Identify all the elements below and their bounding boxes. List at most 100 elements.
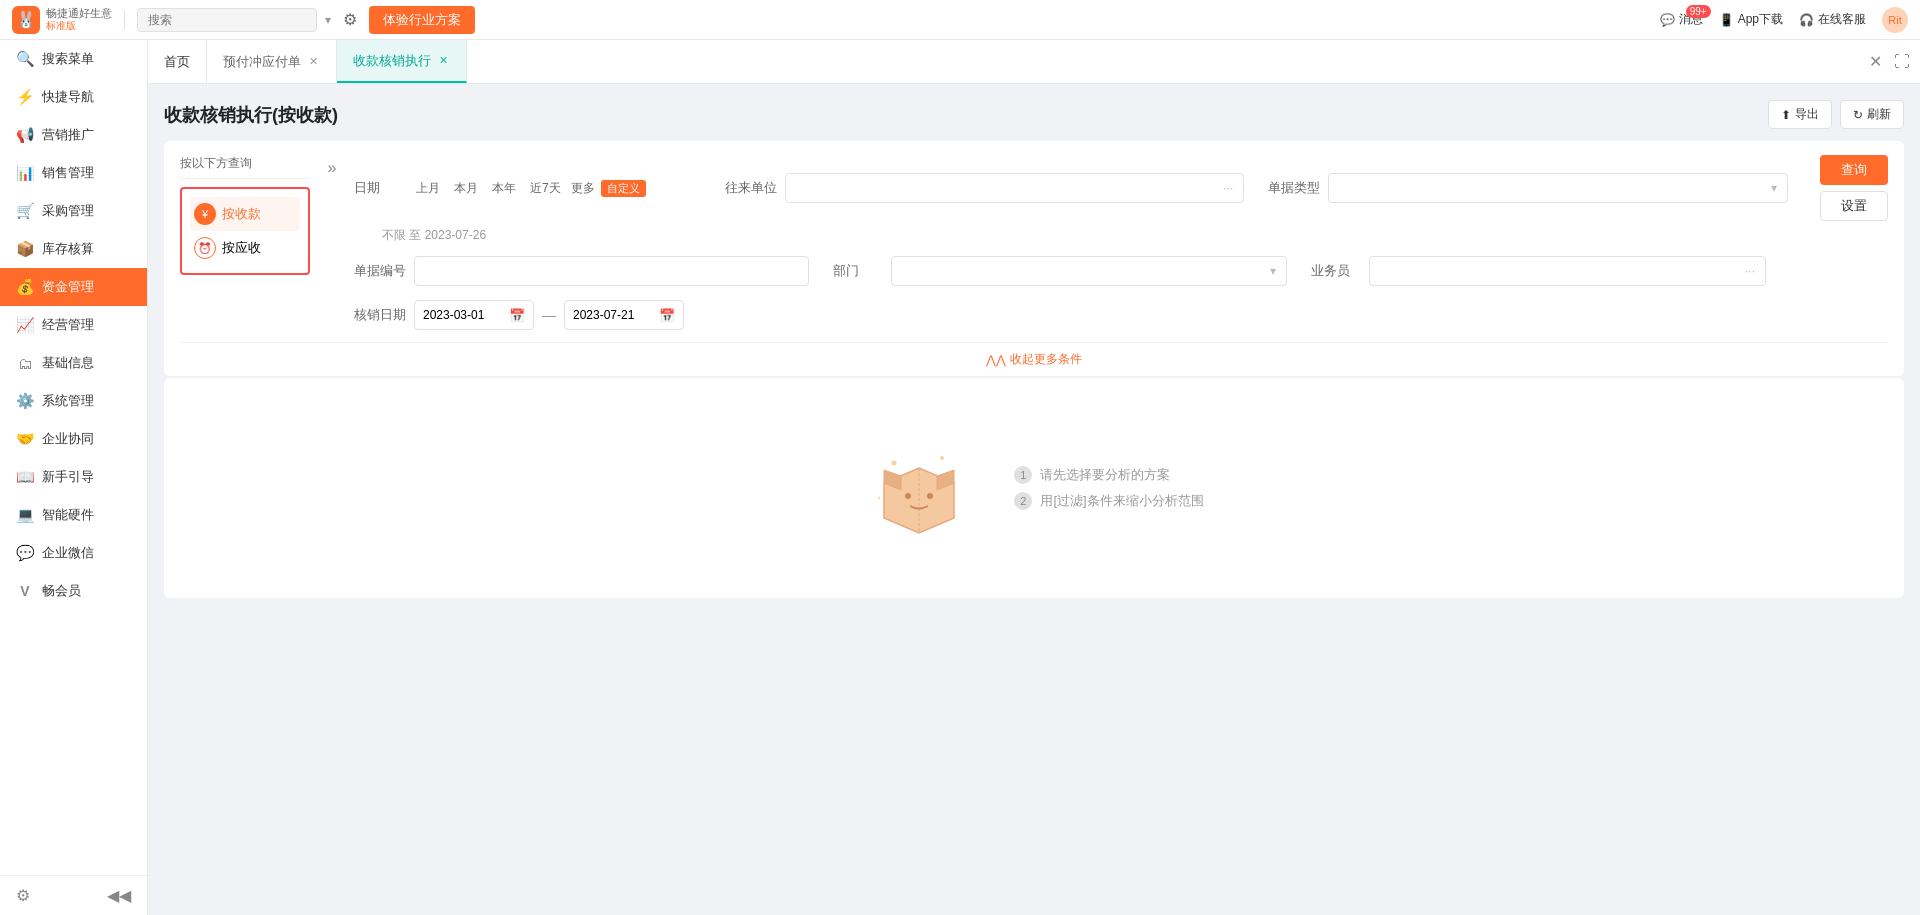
counterparty-field: 往来单位 ··· — [725, 173, 1245, 203]
query-button[interactable]: 查询 — [1820, 155, 1888, 185]
page-actions: ⬆ 导出 ↻ 刷新 — [1768, 100, 1904, 129]
logo-icon: 🐰 — [12, 6, 40, 34]
export-button[interactable]: ⬆ 导出 — [1768, 100, 1832, 129]
filter-row-3: 核销日期 2023-03-01 📅 — 2023-07-21 📅 — [354, 300, 1888, 330]
close-all-tabs-button[interactable]: ✕ — [1867, 50, 1884, 73]
search-input[interactable] — [137, 8, 317, 32]
topbar: 🐰 畅捷通好生意 标准版 ▾ ⚙ 体验行业方案 💬 消息 99+ 📱 App下载… — [0, 0, 1920, 40]
tab-home[interactable]: 首页 — [148, 40, 207, 83]
sidebar-item-finance[interactable]: 💰 资金管理 — [0, 268, 147, 306]
sidebar-item-enterprise[interactable]: 🤝 企业协同 — [0, 420, 147, 458]
verify-date-from-input[interactable]: 2023-03-01 📅 — [414, 300, 534, 330]
staff-input[interactable]: ··· — [1369, 256, 1766, 286]
tabs-bar: 首页 预付冲应付单 ✕ 收款核销执行 ✕ ✕ ⛶ — [148, 40, 1920, 84]
refresh-icon: ↻ — [1853, 108, 1863, 122]
sidebar-settings-icon[interactable]: ⚙ — [16, 886, 30, 905]
hint-num-2: 2 — [1014, 492, 1032, 510]
settings-button[interactable]: 设置 — [1820, 191, 1888, 221]
sidebar-item-management[interactable]: 📈 经营管理 — [0, 306, 147, 344]
date-custom-badge[interactable]: 自定义 — [601, 180, 646, 197]
finance-icon: 💰 — [16, 278, 34, 296]
sidebar-label-vip: 畅会员 — [42, 582, 81, 600]
sidebar-label-system: 系统管理 — [42, 392, 94, 410]
doc-type-select[interactable]: ▾ — [1328, 173, 1788, 203]
dept-select[interactable]: ▾ — [891, 256, 1288, 286]
doc-type-field: 单据类型 ▾ — [1268, 173, 1788, 203]
calendar-to-icon[interactable]: 📅 — [659, 308, 675, 323]
sidebar-label-wechat: 企业微信 — [42, 544, 94, 562]
sidebar-item-purchase[interactable]: 🛒 采购管理 — [0, 192, 147, 230]
svg-point-9 — [878, 497, 881, 500]
staff-field: 业务员 ··· — [1311, 256, 1766, 286]
svg-point-4 — [905, 493, 911, 499]
sidebar-item-system[interactable]: ⚙️ 系统管理 — [0, 382, 147, 420]
filter-panel: 按以下方查询 ¥ 按收款 ⏰ 按应收 — [164, 141, 1904, 376]
filter-collapse-button[interactable]: » — [322, 155, 342, 344]
sidebar-item-search[interactable]: 🔍 搜索菜单 — [0, 40, 147, 78]
filter-option-by-receipt[interactable]: ¥ 按收款 — [190, 197, 300, 231]
tab-receivable[interactable]: 收款核销执行 ✕ — [337, 40, 467, 83]
refresh-button[interactable]: ↻ 刷新 — [1840, 100, 1904, 129]
shortcut-last-month[interactable]: 上月 — [412, 178, 444, 199]
shortcut-this-month[interactable]: 本月 — [450, 178, 482, 199]
counterparty-input[interactable]: ··· — [785, 173, 1245, 203]
doc-no-label: 单据编号 — [354, 262, 406, 280]
empty-hint-2: 2 用[过滤]条件来缩小分析范围 — [1014, 492, 1203, 510]
export-icon: ⬆ — [1781, 108, 1791, 122]
sidebar-item-guide[interactable]: 📖 新手引导 — [0, 458, 147, 496]
topbar-divider — [124, 10, 125, 30]
solution-button[interactable]: 体验行业方案 — [369, 6, 475, 34]
collapse-more-button[interactable]: ⋀⋀ 收起更多条件 — [180, 342, 1888, 376]
management-icon: 📈 — [16, 316, 34, 334]
logo: 🐰 畅捷通好生意 标准版 — [12, 6, 112, 34]
svg-point-8 — [951, 472, 954, 475]
verify-date-label: 核销日期 — [354, 306, 406, 324]
sidebar-label-basic-info: 基础信息 — [42, 354, 94, 372]
calendar-from-icon[interactable]: 📅 — [509, 308, 525, 323]
tab-prepay-close[interactable]: ✕ — [307, 54, 320, 69]
sidebar-item-sales[interactable]: 📊 销售管理 — [0, 154, 147, 192]
shortcut-this-year[interactable]: 本年 — [488, 178, 520, 199]
tab-receivable-close[interactable]: ✕ — [437, 53, 450, 68]
user-profile[interactable]: Rit — [1882, 7, 1908, 33]
sidebar-label-enterprise: 企业协同 — [42, 430, 94, 448]
sidebar-item-marketing[interactable]: 📢 营销推广 — [0, 116, 147, 154]
service-button[interactable]: 🎧 在线客服 — [1799, 11, 1866, 28]
counterparty-label: 往来单位 — [725, 179, 777, 197]
sidebar-item-vip[interactable]: V 畅会员 — [0, 572, 147, 610]
sidebar-item-basic-info[interactable]: 🗂 基础信息 — [0, 344, 147, 382]
filter-option-by-receivable[interactable]: ⏰ 按应收 — [190, 231, 300, 265]
avatar: Rit — [1882, 7, 1908, 33]
filter-options-box: ¥ 按收款 ⏰ 按应收 — [180, 187, 310, 275]
expand-tabs-button[interactable]: ⛶ — [1892, 51, 1912, 73]
purchase-icon: 🛒 — [16, 202, 34, 220]
basic-info-icon: 🗂 — [16, 355, 34, 372]
receivable-icon: ⏰ — [194, 237, 216, 259]
verify-date-to-input[interactable]: 2023-07-21 📅 — [564, 300, 684, 330]
doc-no-input[interactable] — [414, 256, 809, 286]
staff-label: 业务员 — [1311, 262, 1361, 280]
shortcut-more[interactable]: 更多 — [571, 180, 595, 197]
guide-icon: 📖 — [16, 468, 34, 486]
shortcut-7days[interactable]: 近7天 — [526, 178, 565, 199]
sidebar-label-purchase: 采购管理 — [42, 202, 94, 220]
chevron-down-icon[interactable]: ▾ — [325, 13, 331, 27]
empty-state: 1 请先选择要分析的方案 2 用[过滤]条件来缩小分析范围 — [164, 378, 1904, 598]
app-download-button[interactable]: 📱 App下载 — [1719, 11, 1783, 28]
marketing-icon: 📢 — [16, 126, 34, 144]
sidebar-item-hardware[interactable]: 💻 智能硬件 — [0, 496, 147, 534]
sidebar: 🔍 搜索菜单 ⚡ 快捷导航 📢 营销推广 📊 销售管理 🛒 采购管理 📦 库存核… — [0, 40, 148, 915]
message-button[interactable]: 💬 消息 99+ — [1660, 11, 1703, 28]
sidebar-item-quicknav[interactable]: ⚡ 快捷导航 — [0, 78, 147, 116]
sidebar-label-inventory: 库存核算 — [42, 240, 94, 258]
sidebar-item-wechat[interactable]: 💬 企业微信 — [0, 534, 147, 572]
sidebar-collapse-button[interactable]: ◀◀ — [107, 886, 131, 905]
sidebar-label-marketing: 营销推广 — [42, 126, 94, 144]
doc-type-label: 单据类型 — [1268, 179, 1320, 197]
sidebar-item-inventory[interactable]: 📦 库存核算 — [0, 230, 147, 268]
svg-point-5 — [927, 493, 933, 499]
date-range-separator: — — [542, 307, 556, 323]
tab-prepay[interactable]: 预付冲应付单 ✕ — [207, 40, 337, 83]
content-area: 首页 预付冲应付单 ✕ 收款核销执行 ✕ ✕ ⛶ 收款核销执行(按收款) — [148, 40, 1920, 915]
gear-icon[interactable]: ⚙ — [343, 10, 357, 29]
